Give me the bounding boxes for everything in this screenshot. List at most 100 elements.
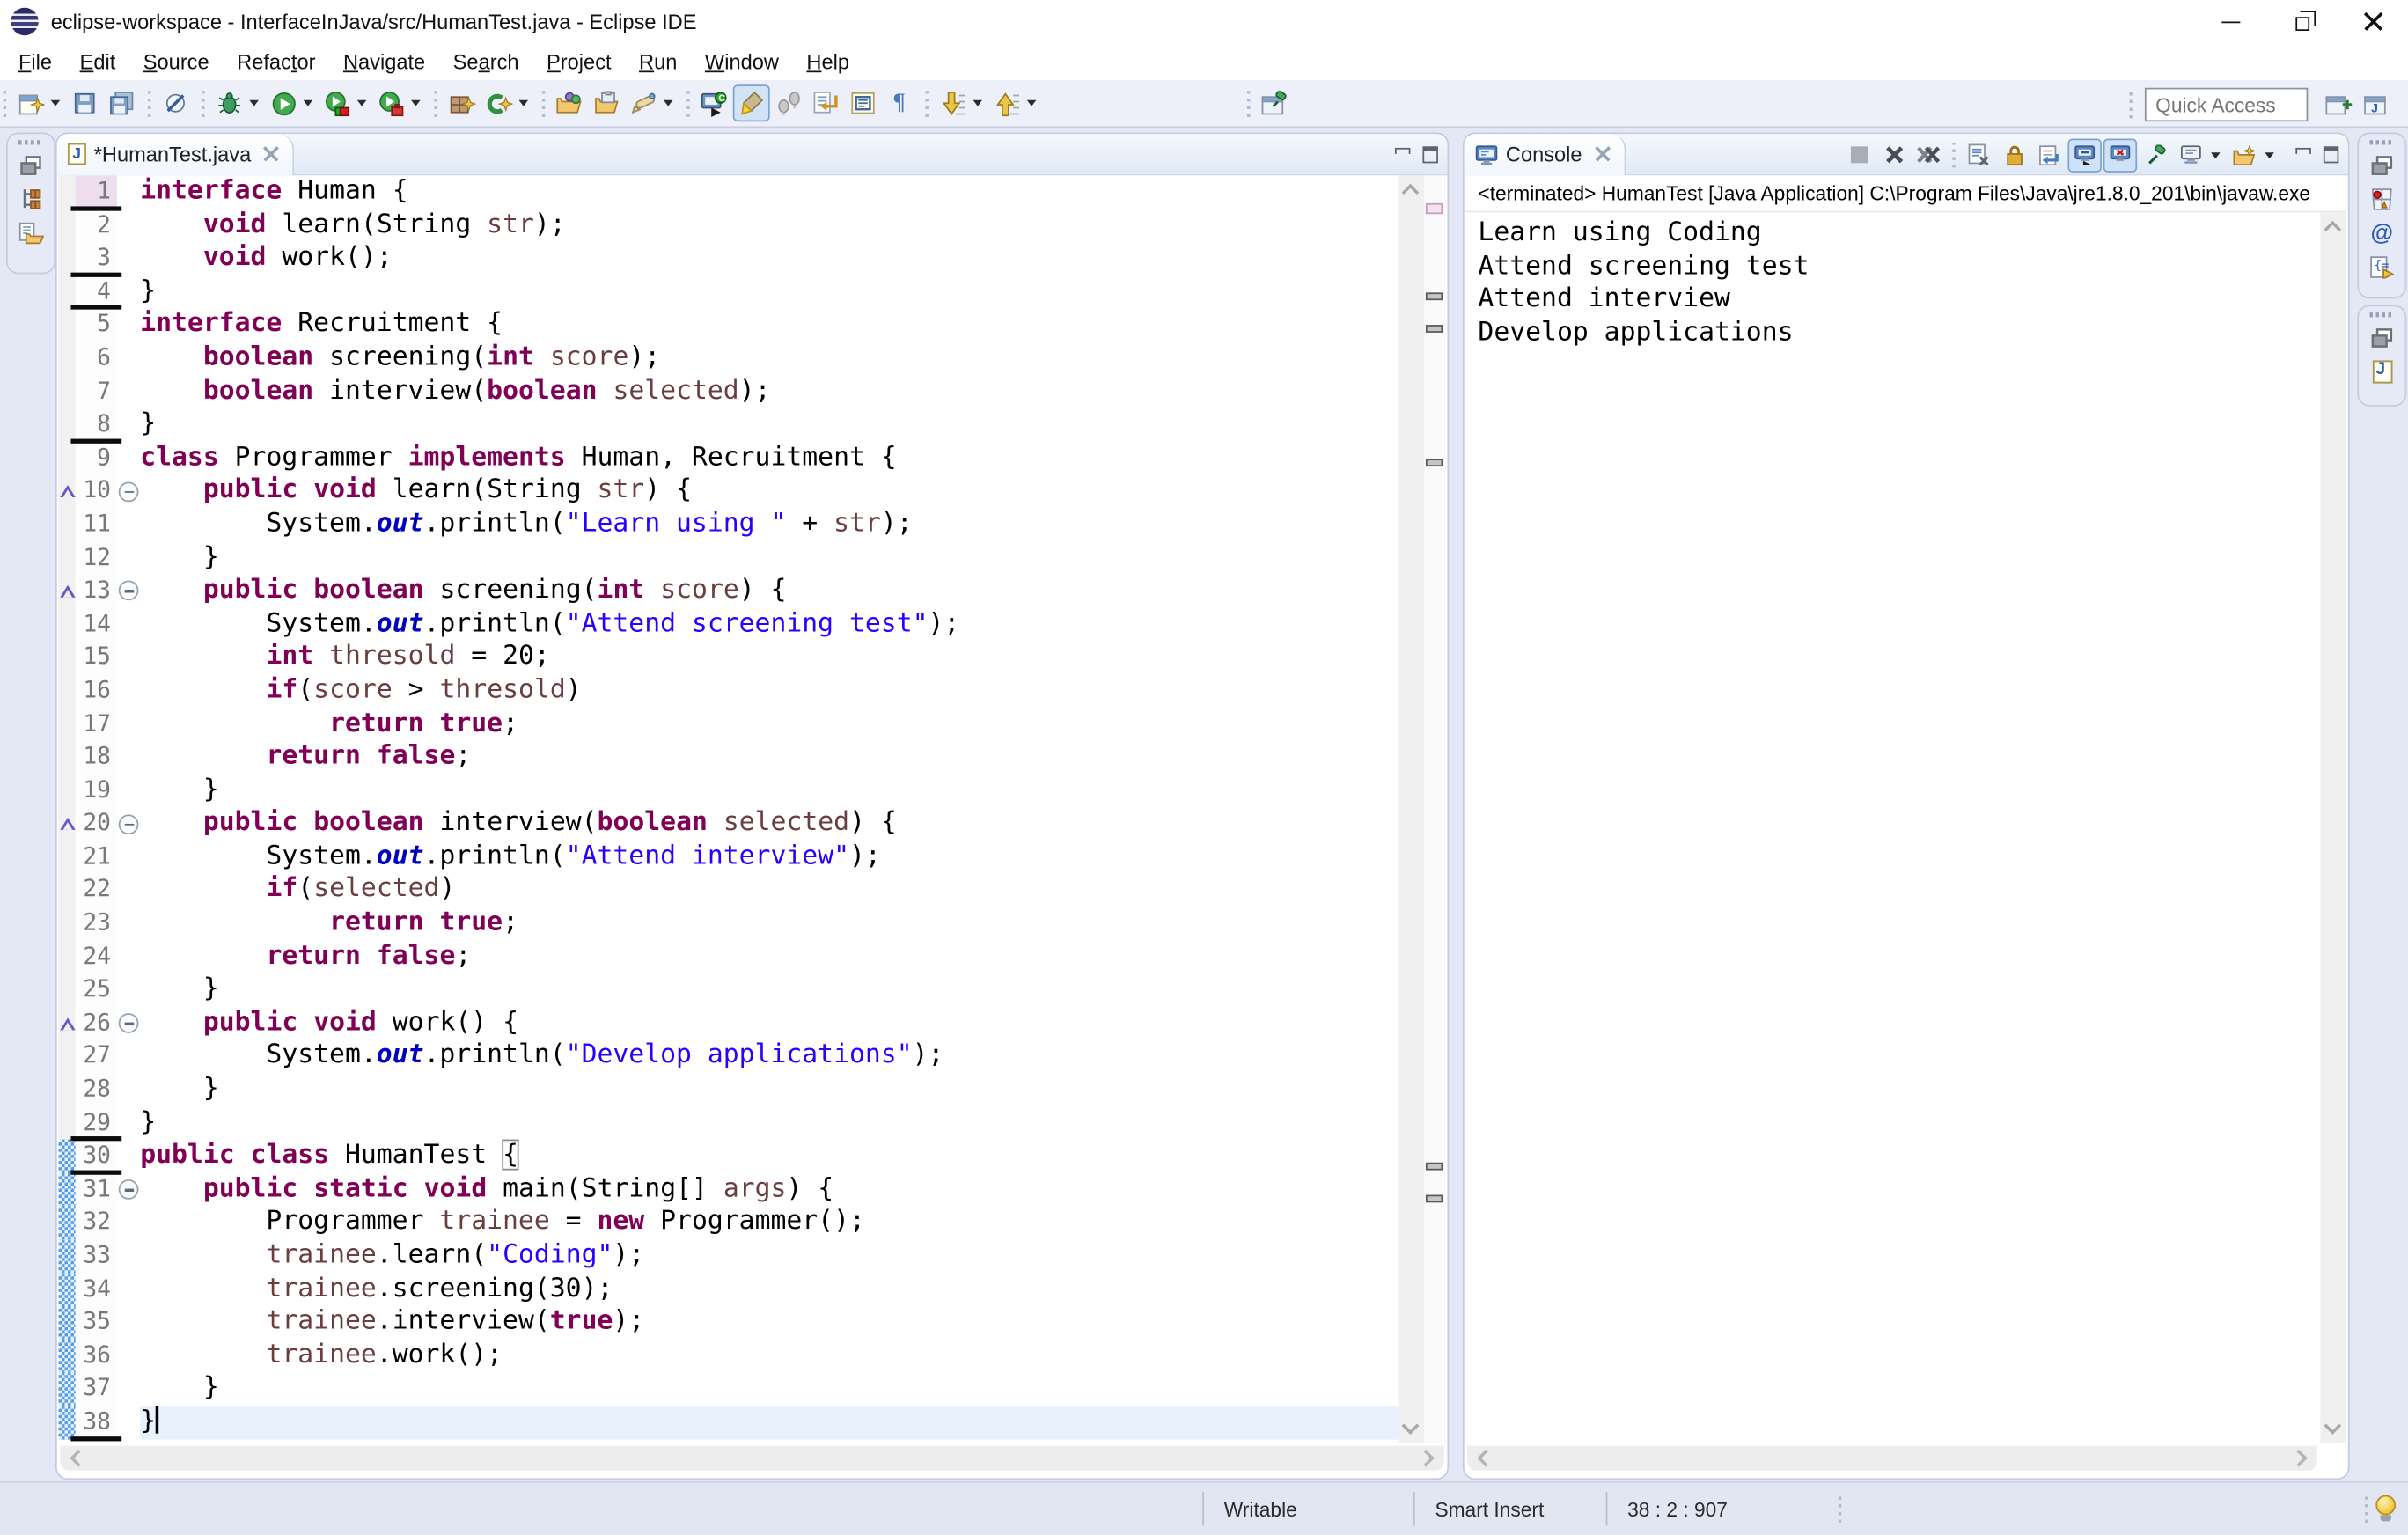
restore-button[interactable]	[2266, 0, 2337, 43]
maximize-view-icon[interactable]	[1422, 146, 1438, 164]
line-number[interactable]: 26	[75, 1006, 117, 1040]
line-number[interactable]: 33	[75, 1239, 117, 1274]
line-number[interactable]: 38	[70, 1406, 122, 1441]
code-text[interactable]: interface Recruitment {	[140, 309, 1398, 342]
fold-column-cell[interactable]	[116, 707, 141, 741]
line-number[interactable]: 21	[75, 840, 117, 874]
code-text[interactable]: void learn(String str);	[140, 209, 1398, 242]
fold-column-cell[interactable]	[116, 308, 141, 342]
menu-item-file[interactable]: File	[4, 46, 66, 78]
overview-marker-gray[interactable]	[1425, 459, 1443, 467]
drag-handle-icon[interactable]	[18, 140, 43, 145]
annotation-ruler-cell[interactable]	[58, 175, 76, 209]
code-text[interactable]: System.out.println("Develop applications…	[140, 1040, 1398, 1074]
code-text[interactable]: }	[140, 1106, 1398, 1140]
annotation-ruler-cell[interactable]	[58, 474, 76, 509]
open-console-button[interactable]	[2228, 138, 2261, 172]
annotation-ruler-cell[interactable]	[58, 540, 76, 575]
show-whitespace-button[interactable]: ¶	[881, 84, 918, 121]
display-selected-console-button[interactable]	[2174, 138, 2207, 172]
line-number[interactable]: 29	[70, 1106, 122, 1142]
line-number[interactable]: 9	[75, 441, 117, 475]
new-java-project-button[interactable]	[444, 84, 481, 121]
next-annotation-dropdown-arrow[interactable]	[973, 99, 983, 106]
code-area[interactable]: 1 interface Human {2 void learn(String st…	[58, 175, 1399, 1443]
changed-line-marker[interactable]	[58, 1273, 76, 1306]
line-number[interactable]: 4	[70, 275, 122, 311]
code-text[interactable]: System.out.println("Learn using " + str)…	[140, 508, 1398, 541]
code-text[interactable]: public void learn(String str) {	[140, 474, 1398, 508]
fold-column-cell[interactable]	[116, 1305, 141, 1340]
run-dropdown-arrow[interactable]	[303, 99, 313, 106]
line-number[interactable]: 19	[75, 774, 117, 808]
drag-handle-icon[interactable]	[2369, 140, 2395, 145]
code-text[interactable]: }	[140, 1406, 1399, 1439]
menu-item-help[interactable]: Help	[793, 46, 863, 78]
annotation-ruler-cell[interactable]	[58, 1039, 76, 1074]
line-number[interactable]: 5	[75, 308, 117, 342]
fold-column-cell[interactable]	[116, 807, 141, 841]
changed-line-marker[interactable]	[58, 1305, 76, 1340]
annotation-ruler-cell[interactable]	[58, 774, 76, 808]
fold-column-cell[interactable]	[116, 607, 141, 642]
line-number[interactable]: 3	[70, 241, 122, 277]
fold-column-cell[interactable]	[116, 241, 141, 275]
fold-column-cell[interactable]	[116, 840, 141, 874]
fold-column-cell[interactable]	[116, 774, 141, 808]
code-text[interactable]: }	[140, 973, 1398, 1007]
fold-column-cell[interactable]	[116, 1172, 141, 1207]
fold-column-cell[interactable]	[116, 540, 141, 575]
save-button[interactable]	[66, 84, 103, 121]
fold-column-cell[interactable]	[116, 474, 141, 509]
code-text[interactable]: System.out.println("Attend screening tes…	[140, 608, 1398, 642]
code-text[interactable]: public boolean interview(boolean selecte…	[140, 807, 1398, 841]
minimize-button[interactable]	[2196, 0, 2266, 43]
overview-marker-gray[interactable]	[1425, 325, 1443, 333]
annotation-ruler-cell[interactable]	[58, 607, 76, 642]
trace-footprints-button[interactable]	[770, 84, 807, 121]
line-number[interactable]: 20	[75, 807, 117, 841]
menu-item-run[interactable]: Run	[625, 46, 691, 78]
line-number[interactable]: 8	[70, 408, 122, 444]
console-scroll-up-icon[interactable]	[2324, 220, 2342, 239]
collapse-icon[interactable]	[118, 581, 139, 602]
restore-views-button[interactable]	[12, 148, 49, 181]
fold-column-cell[interactable]	[116, 1006, 141, 1040]
fold-column-cell[interactable]	[116, 209, 141, 242]
annotation-ruler-cell[interactable]	[58, 342, 76, 376]
fold-column-cell[interactable]	[116, 740, 141, 775]
changed-line-marker[interactable]	[58, 1139, 76, 1173]
overview-marker-gray[interactable]	[1425, 1162, 1443, 1171]
fold-column-cell[interactable]	[116, 342, 141, 376]
annotation-ruler-cell[interactable]	[58, 641, 76, 675]
code-text[interactable]: trainee.learn("Coding");	[140, 1239, 1398, 1273]
changed-line-marker[interactable]	[58, 1239, 76, 1274]
menu-item-refactor[interactable]: Refactor	[223, 46, 329, 78]
fold-column-cell[interactable]	[116, 175, 141, 209]
minimize-view-icon[interactable]	[1394, 147, 1411, 154]
fold-column-cell[interactable]	[116, 508, 141, 541]
line-number[interactable]: 25	[75, 973, 117, 1007]
collapse-icon[interactable]	[118, 813, 139, 834]
editor-tab-humantest[interactable]: J *HumanTest.java	[56, 133, 295, 175]
line-number[interactable]: 10	[75, 474, 117, 509]
open-console-dropdown-arrow[interactable]	[2265, 151, 2274, 158]
editor-horizontal-scrollbar[interactable]	[60, 1445, 1444, 1471]
annotation-ruler-cell[interactable]	[58, 840, 76, 874]
code-text[interactable]: public class HumanTest {	[140, 1139, 1398, 1173]
line-number[interactable]: 23	[75, 907, 117, 941]
code-text[interactable]: int thresold = 20;	[140, 641, 1398, 674]
code-text[interactable]: return false;	[140, 741, 1398, 775]
show-console-on-stdout-button[interactable]	[2067, 137, 2102, 173]
debug-button[interactable]	[211, 84, 248, 121]
clear-console-button[interactable]	[1962, 138, 1995, 172]
code-text[interactable]: public static void main(String[] args) {	[140, 1173, 1398, 1207]
line-number[interactable]: 18	[75, 740, 117, 775]
fold-column-cell[interactable]	[116, 574, 141, 608]
console-output[interactable]: Learn using Coding Attend screening test A…	[1465, 212, 2320, 1443]
collapse-icon[interactable]	[118, 1013, 139, 1034]
scroll-left-icon[interactable]	[70, 1449, 88, 1467]
code-text[interactable]: }	[140, 1372, 1398, 1406]
coverage-dropdown-arrow[interactable]	[356, 99, 367, 106]
mark-pen-button[interactable]	[625, 84, 662, 121]
